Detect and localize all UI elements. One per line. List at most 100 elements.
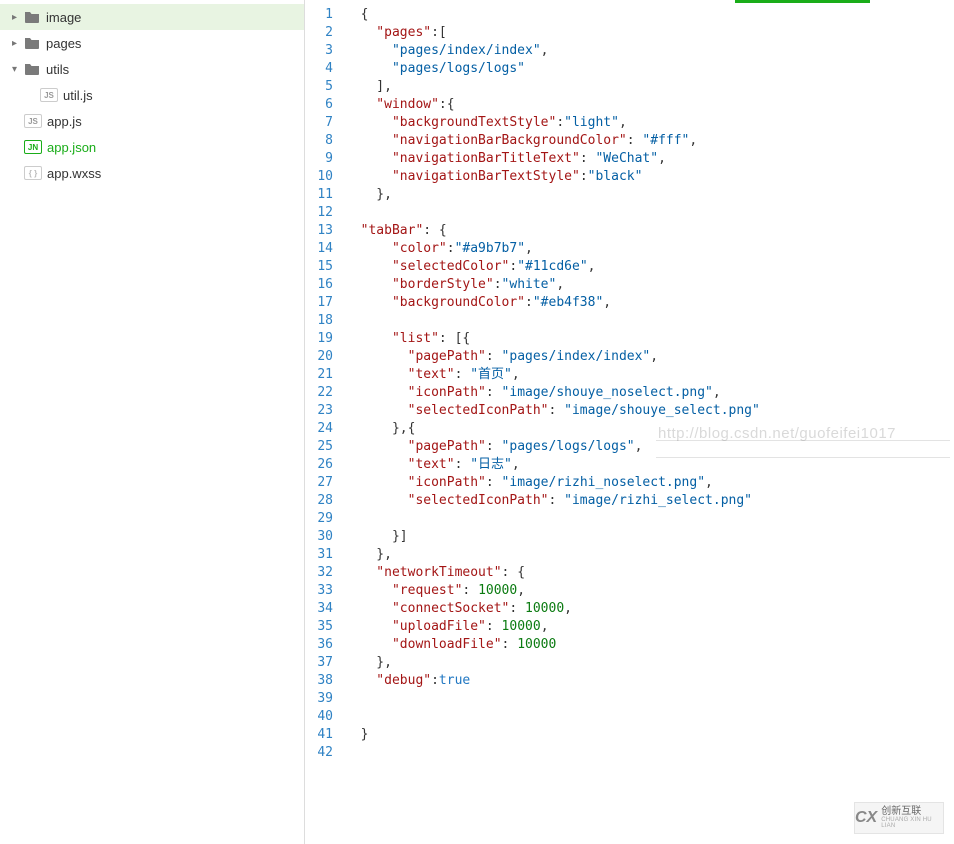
file-type-icon: JS (24, 114, 42, 128)
code-token: "text" (345, 367, 455, 382)
code-token: : (455, 457, 471, 472)
code-line[interactable] (345, 690, 760, 708)
code-line[interactable]: "borderStyle":"white", (345, 276, 760, 294)
code-token: , (588, 259, 596, 274)
tab-active-marker (735, 0, 870, 3)
code-token: ], (345, 79, 392, 94)
line-number: 18 (305, 312, 333, 330)
code-token: "backgroundTextStyle" (345, 115, 556, 130)
line-number: 3 (305, 42, 333, 60)
line-number: 26 (305, 456, 333, 474)
code-line[interactable]: "pages":[ (345, 24, 760, 42)
code-token: "#a9b7b7" (455, 241, 525, 256)
code-token: "debug" (345, 673, 431, 688)
code-line[interactable]: "list": [{ (345, 330, 760, 348)
line-number: 7 (305, 114, 333, 132)
code-token: , (556, 277, 564, 292)
file-item[interactable]: JN app.json (0, 134, 304, 160)
code-line[interactable] (345, 312, 760, 330)
code-line[interactable]: "connectSocket": 10000, (345, 600, 760, 618)
code-token: "white" (502, 277, 557, 292)
code-line[interactable]: }] (345, 528, 760, 546)
code-line[interactable] (345, 204, 760, 222)
code-line[interactable]: "backgroundTextStyle":"light", (345, 114, 760, 132)
file-type-icon: JS (40, 88, 58, 102)
folder-item[interactable]: ▾utils (0, 56, 304, 82)
chevron-icon: ▸ (12, 12, 22, 23)
code-line[interactable] (345, 708, 760, 726)
code-line[interactable]: "pages/logs/logs" (345, 60, 760, 78)
item-label: app.json (47, 140, 96, 155)
line-number: 28 (305, 492, 333, 510)
code-token: "pages/logs/logs" (345, 61, 525, 76)
code-line[interactable]: "iconPath": "image/rizhi_noselect.png", (345, 474, 760, 492)
code-line[interactable]: "window":{ (345, 96, 760, 114)
code-line[interactable]: }, (345, 186, 760, 204)
code-token: "日志" (470, 457, 512, 472)
file-item[interactable]: JS app.js (0, 108, 304, 134)
code-token: : (549, 403, 565, 418)
code-token: "text" (345, 457, 455, 472)
code-token: "#eb4f38" (533, 295, 603, 310)
code-line[interactable]: "pagePath": "pages/index/index", (345, 348, 760, 366)
code-token (345, 511, 361, 526)
code-line[interactable]: }, (345, 546, 760, 564)
code-line[interactable]: "debug":true (345, 672, 760, 690)
code-line[interactable]: "tabBar": { (345, 222, 760, 240)
logo-label: 创新互联 (881, 806, 921, 817)
code-token: 10000 (517, 637, 556, 652)
code-line[interactable]: "selectedIconPath": "image/rizhi_select.… (345, 492, 760, 510)
code-line[interactable]: },{ (345, 420, 760, 438)
code-token: : (486, 439, 502, 454)
folder-item[interactable]: ▸pages (0, 30, 304, 56)
code-line[interactable]: "iconPath": "image/shouye_noselect.png", (345, 384, 760, 402)
code-token: "pages/index/index" (345, 43, 541, 58)
code-token: "navigationBarTextStyle" (345, 169, 580, 184)
code-line[interactable]: "navigationBarBackgroundColor": "#fff", (345, 132, 760, 150)
line-number: 19 (305, 330, 333, 348)
line-number: 4 (305, 60, 333, 78)
code-line[interactable]: "pagePath": "pages/logs/logs", (345, 438, 760, 456)
line-number: 31 (305, 546, 333, 564)
line-number: 35 (305, 618, 333, 636)
code-line[interactable]: "text": "日志", (345, 456, 760, 474)
code-line[interactable]: "navigationBarTitleText": "WeChat", (345, 150, 760, 168)
code-line[interactable]: "selectedIconPath": "image/shouye_select… (345, 402, 760, 420)
code-token: }, (345, 655, 392, 670)
line-number: 33 (305, 582, 333, 600)
code-line[interactable]: "color":"#a9b7b7", (345, 240, 760, 258)
file-type-icon: JN (24, 140, 42, 154)
file-item[interactable]: { }app.wxss (0, 160, 304, 186)
code-line[interactable]: "selectedColor":"#11cd6e", (345, 258, 760, 276)
code-token (345, 313, 361, 328)
code-line[interactable]: "uploadFile": 10000, (345, 618, 760, 636)
code-line[interactable]: "navigationBarTextStyle":"black" (345, 168, 760, 186)
code-token: : (549, 493, 565, 508)
code-line[interactable]: ], (345, 78, 760, 96)
code-line[interactable]: "text": "首页", (345, 366, 760, 384)
code-line[interactable]: { (345, 6, 760, 24)
code-line[interactable] (345, 744, 760, 762)
code-editor[interactable]: 1234567891011121314151617181920212223242… (305, 0, 954, 844)
code-content[interactable]: { "pages":[ "pages/index/index", "pages/… (345, 0, 760, 844)
line-number: 40 (305, 708, 333, 726)
folder-icon (24, 36, 40, 50)
code-line[interactable]: "downloadFile": 10000 (345, 636, 760, 654)
code-line[interactable]: }, (345, 654, 760, 672)
code-token: "iconPath" (345, 475, 486, 490)
line-number: 41 (305, 726, 333, 744)
item-label: app.js (47, 114, 82, 129)
code-line[interactable]: } (345, 726, 760, 744)
code-line[interactable]: "request": 10000, (345, 582, 760, 600)
code-token: "request" (345, 583, 462, 598)
code-line[interactable] (345, 510, 760, 528)
code-token: : (525, 295, 533, 310)
code-line[interactable]: "networkTimeout": { (345, 564, 760, 582)
code-line[interactable]: "backgroundColor":"#eb4f38", (345, 294, 760, 312)
code-token: : (556, 115, 564, 130)
code-line[interactable]: "pages/index/index", (345, 42, 760, 60)
folder-item[interactable]: ▸image (0, 4, 304, 30)
file-item[interactable]: JSutil.js (0, 82, 304, 108)
code-token: , (689, 133, 697, 148)
line-number: 16 (305, 276, 333, 294)
